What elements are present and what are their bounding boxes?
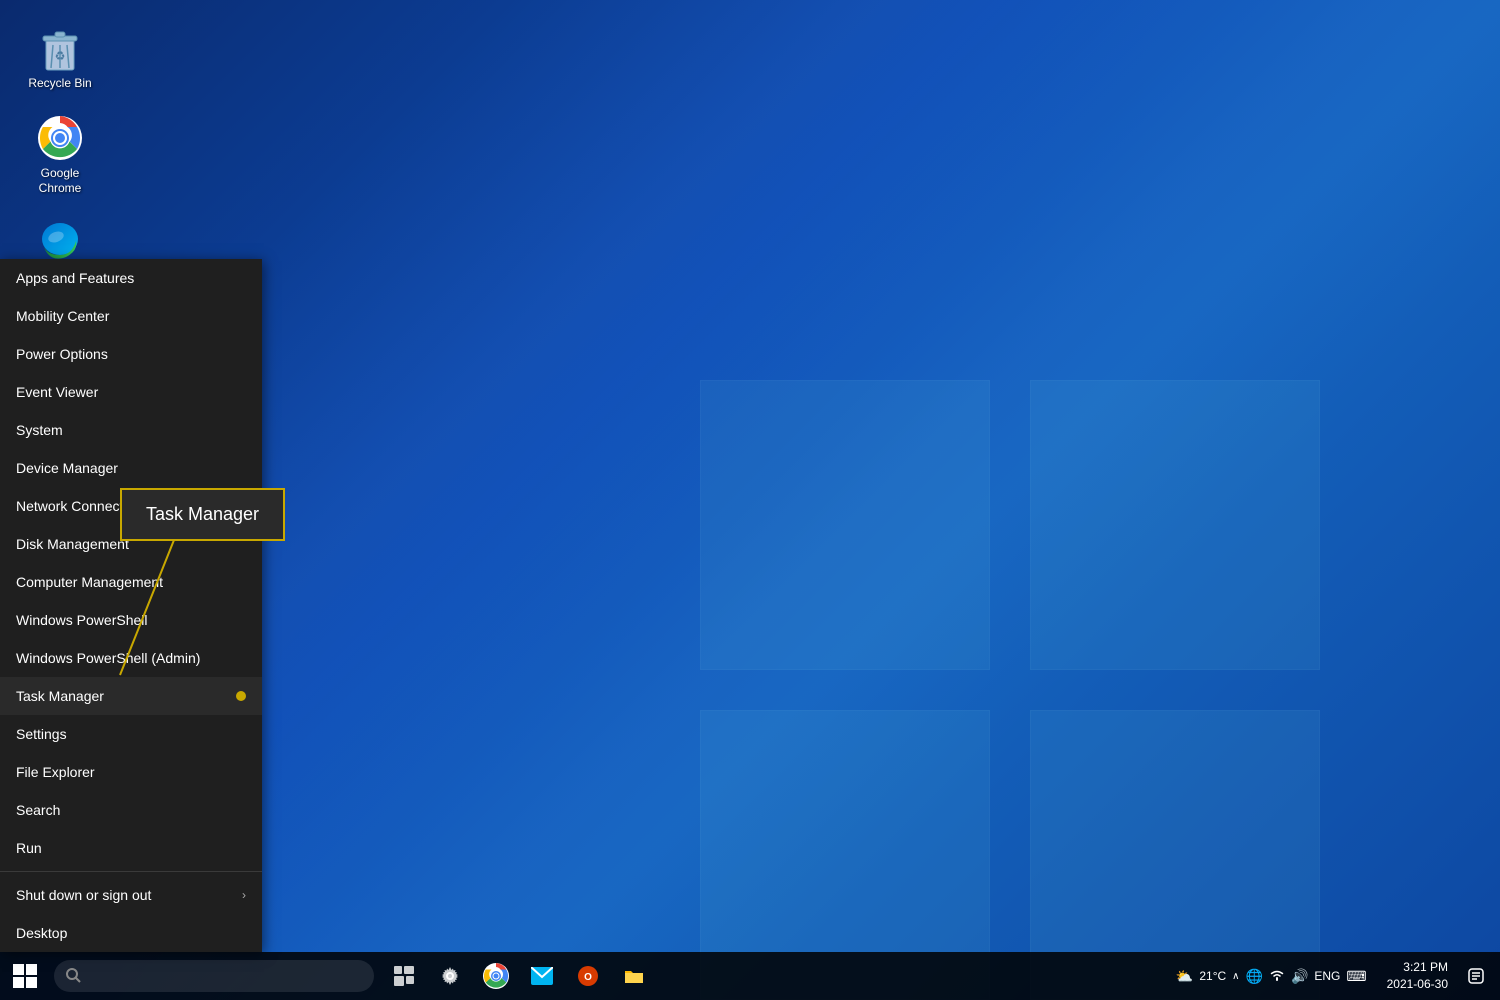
folder-icon bbox=[623, 965, 645, 987]
start-button[interactable] bbox=[0, 952, 50, 1000]
file-explorer-taskbar-button[interactable] bbox=[612, 954, 656, 998]
chrome-label: Google Chrome bbox=[24, 166, 96, 195]
menu-item-power-options[interactable]: Power Options bbox=[0, 335, 262, 373]
menu-item-run[interactable]: Run bbox=[0, 829, 262, 867]
mail-icon bbox=[531, 967, 553, 985]
taskbar: O ⛅ 21°C ∧ 🌐 bbox=[0, 952, 1500, 1000]
shut-down-arrow-icon: › bbox=[242, 888, 246, 902]
notification-icon bbox=[1468, 968, 1484, 984]
taskbar-app-icons: O bbox=[382, 954, 656, 998]
system-tray: ⛅ 21°C ∧ 🌐 🔊 ENG bbox=[1168, 952, 1375, 1000]
recycle-bin-icon[interactable]: ♻ Recycle Bin bbox=[20, 20, 100, 94]
google-chrome-icon[interactable]: Google Chrome bbox=[20, 110, 100, 199]
menu-item-shut-down[interactable]: Shut down or sign out › bbox=[0, 876, 262, 914]
office-taskbar-button[interactable]: O bbox=[566, 954, 610, 998]
chrome-taskbar-button[interactable] bbox=[474, 954, 518, 998]
task-manager-dot bbox=[236, 691, 246, 701]
menu-item-file-explorer[interactable]: File Explorer bbox=[0, 753, 262, 791]
clock[interactable]: 3:21 PM 2021-06-30 bbox=[1379, 959, 1456, 993]
recycle-bin-svg: ♻ bbox=[36, 24, 84, 72]
wifi-icon[interactable] bbox=[1269, 966, 1285, 987]
weather-tray-icon[interactable]: ⛅ bbox=[1176, 968, 1193, 985]
gear-icon bbox=[440, 966, 460, 986]
mail-taskbar-button[interactable] bbox=[520, 954, 564, 998]
clock-time: 3:21 PM bbox=[1403, 959, 1448, 976]
clock-date: 2021-06-30 bbox=[1387, 976, 1448, 993]
task-view-button[interactable] bbox=[382, 954, 426, 998]
taskbar-right: ⛅ 21°C ∧ 🌐 🔊 ENG bbox=[1168, 952, 1500, 1000]
office-icon: O bbox=[577, 965, 599, 987]
menu-item-mobility-center[interactable]: Mobility Center bbox=[0, 297, 262, 335]
desktop: ♻ Recycle Bin Google Chro bbox=[0, 0, 1500, 1000]
menu-item-device-manager[interactable]: Device Manager bbox=[0, 449, 262, 487]
menu-item-apps-features[interactable]: Apps and Features bbox=[0, 259, 262, 297]
chrome-svg bbox=[36, 114, 84, 162]
menu-item-system[interactable]: System bbox=[0, 411, 262, 449]
notification-button[interactable] bbox=[1460, 952, 1492, 1000]
task-manager-tooltip: Task Manager bbox=[120, 488, 285, 541]
svg-text:O: O bbox=[584, 972, 592, 983]
menu-item-settings[interactable]: Settings bbox=[0, 715, 262, 753]
task-view-icon bbox=[394, 966, 414, 986]
tray-expand-icon[interactable]: ∧ bbox=[1232, 971, 1239, 982]
network-icon[interactable]: 🌐 bbox=[1246, 968, 1263, 985]
keyboard-icon[interactable]: ⌨ bbox=[1346, 968, 1366, 985]
desktop-windows-logo bbox=[700, 380, 1320, 1000]
menu-item-search[interactable]: Search bbox=[0, 791, 262, 829]
settings-taskbar-button[interactable] bbox=[428, 954, 472, 998]
recycle-bin-label: Recycle Bin bbox=[28, 76, 91, 90]
menu-item-desktop[interactable]: Desktop bbox=[0, 914, 262, 952]
start-icon bbox=[13, 964, 37, 988]
wifi-svg-icon bbox=[1269, 966, 1285, 982]
taskbar-search-icon bbox=[66, 968, 82, 984]
temperature-label: 21°C bbox=[1199, 969, 1226, 983]
language-icon[interactable]: ENG bbox=[1314, 969, 1340, 983]
menu-item-event-viewer[interactable]: Event Viewer bbox=[0, 373, 262, 411]
svg-text:♻: ♻ bbox=[55, 49, 66, 63]
tooltip-arrow-line bbox=[100, 525, 220, 685]
menu-separator bbox=[0, 871, 262, 872]
chrome-taskbar-icon bbox=[482, 962, 510, 990]
speaker-icon[interactable]: 🔊 bbox=[1291, 968, 1308, 985]
taskbar-search[interactable] bbox=[54, 960, 374, 992]
